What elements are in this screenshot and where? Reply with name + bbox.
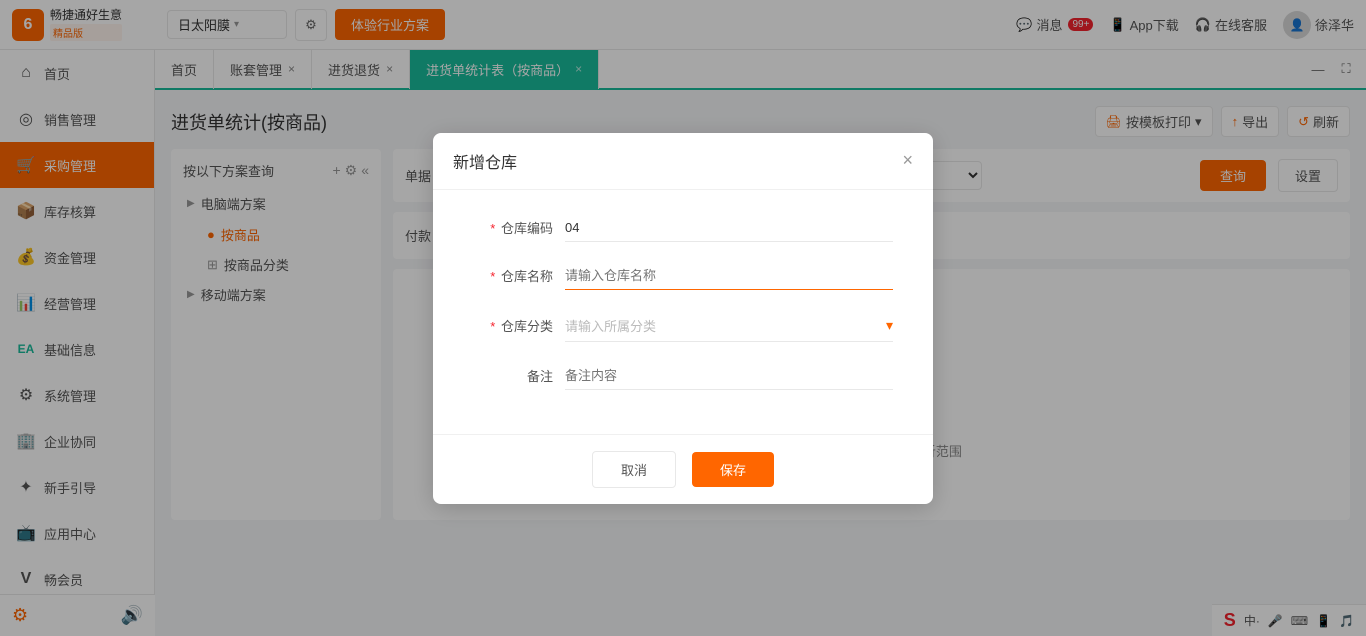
form-row-name: * 仓库名称 [473, 262, 893, 290]
remark-input[interactable] [565, 362, 893, 390]
required-star-category: * [490, 319, 495, 334]
modal-close-button[interactable]: × [902, 150, 913, 171]
required-star-name: * [490, 269, 495, 284]
form-row-category: * 仓库分类 请输入所属分类 ▾ [473, 310, 893, 342]
required-star-code: * [490, 221, 495, 236]
modal-header: 新增仓库 × [433, 133, 933, 190]
modal-title: 新增仓库 [453, 149, 517, 173]
modal-overlay[interactable]: 新增仓库 × * 仓库编码 * 仓库名称 [0, 0, 1366, 636]
category-placeholder: 请输入所属分类 [565, 316, 656, 335]
category-label: * 仓库分类 [473, 316, 553, 335]
warehouse-name-input[interactable] [565, 262, 893, 290]
add-warehouse-modal: 新增仓库 × * 仓库编码 * 仓库名称 [433, 133, 933, 504]
code-label: * 仓库编码 [473, 218, 553, 237]
name-label: * 仓库名称 [473, 266, 553, 285]
modal-footer: 取消 保存 [433, 434, 933, 504]
form-row-remark: 备注 [473, 362, 893, 390]
save-button[interactable]: 保存 [692, 452, 774, 487]
category-arrow-icon: ▾ [886, 317, 893, 334]
category-select[interactable]: 请输入所属分类 ▾ [565, 310, 893, 342]
form-row-code: * 仓库编码 [473, 214, 893, 242]
remark-label: 备注 [473, 366, 553, 385]
modal-body: * 仓库编码 * 仓库名称 * 仓库分类 请输入所属 [433, 190, 933, 434]
cancel-button[interactable]: 取消 [592, 451, 676, 488]
warehouse-code-input[interactable] [565, 214, 893, 242]
